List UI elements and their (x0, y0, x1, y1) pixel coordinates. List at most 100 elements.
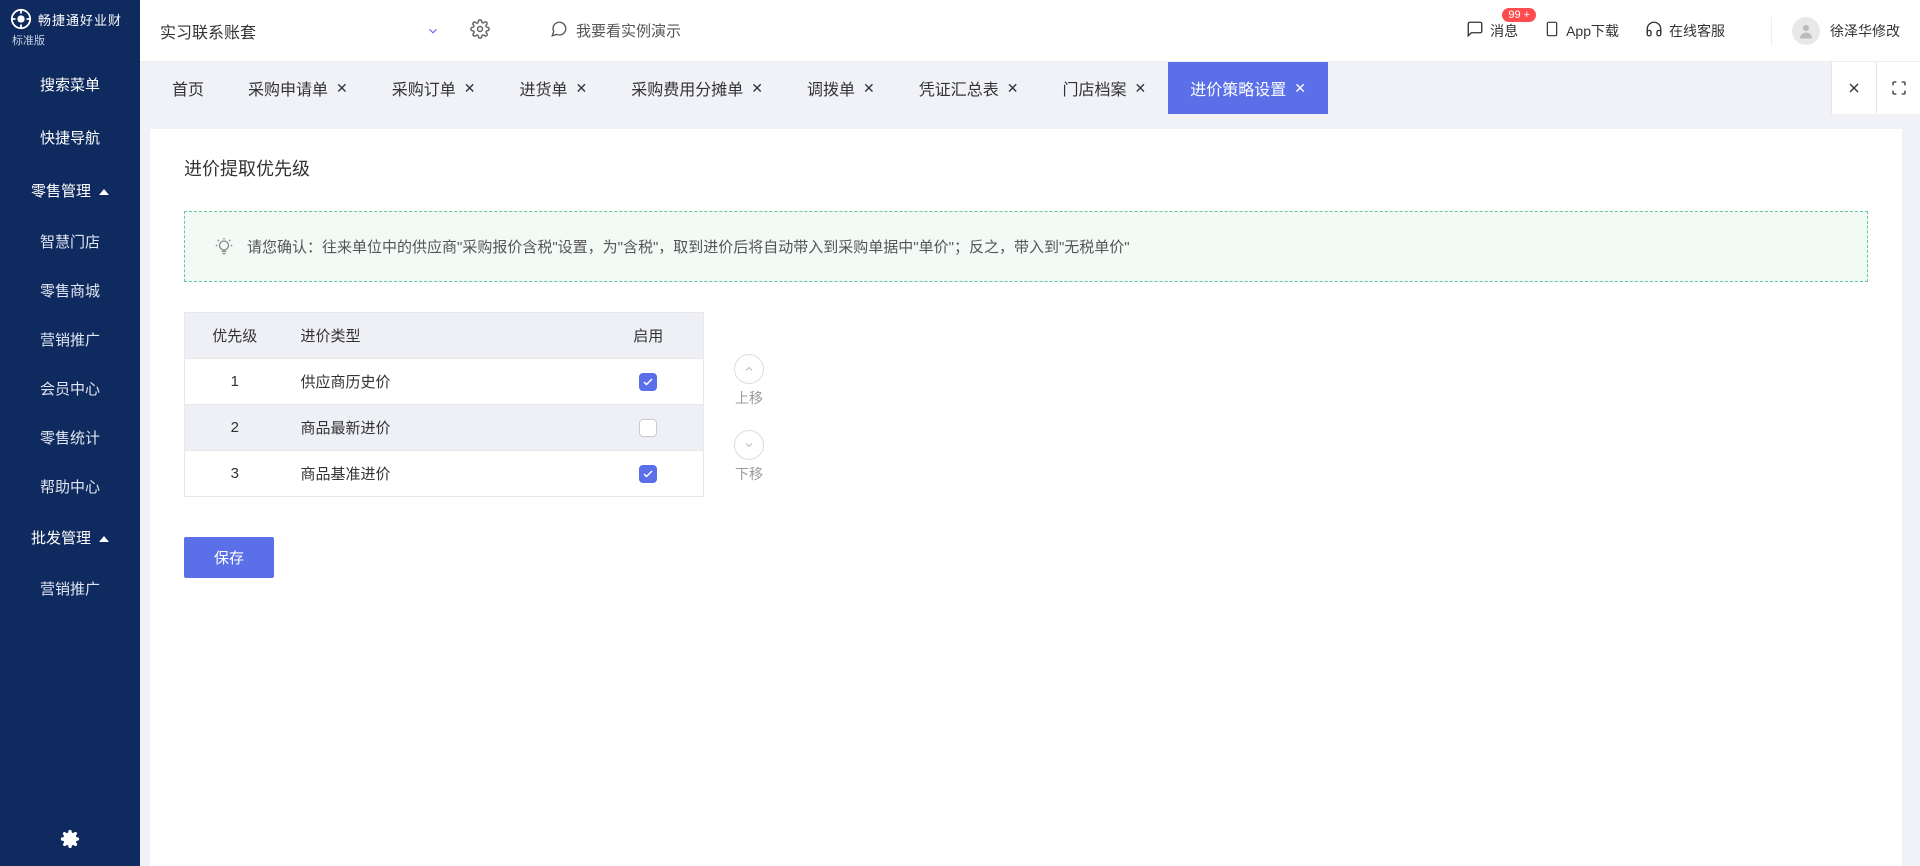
tab-8[interactable]: 进价策略设置 ✕ (1168, 62, 1328, 114)
sidebar-item-quicknav[interactable]: 快捷导航 (0, 111, 140, 164)
table-row[interactable]: 2商品最新进价 (185, 405, 704, 451)
tab-label: 进货单 (520, 76, 568, 100)
table-row[interactable]: 1供应商历史价 (185, 359, 704, 405)
tab-label: 进价策略设置 (1190, 76, 1286, 100)
gear-icon (60, 829, 80, 849)
enable-checkbox[interactable] (639, 465, 657, 483)
close-icon[interactable]: ✕ (1007, 81, 1019, 95)
col-header-type: 进价类型 (285, 313, 594, 359)
tab-label: 首页 (172, 76, 204, 100)
sidebar: 畅捷通好业财 标准版 搜索菜单 快捷导航 零售管理 智慧门店 零售商城 营销推广… (0, 0, 140, 866)
sidebar-sub-member[interactable]: 会员中心 (0, 364, 140, 413)
close-icon[interactable]: ✕ (1294, 81, 1306, 95)
chevron-down-icon (734, 430, 764, 460)
close-icon[interactable]: ✕ (1135, 81, 1147, 95)
service-label: 在线客服 (1669, 21, 1725, 41)
sidebar-sub-help[interactable]: 帮助中心 (0, 462, 140, 511)
notice-text: 请您确认：往来单位中的供应商"采购报价含税"设置，为"含税"，取到进价后将自动带… (247, 236, 1130, 257)
topbar: 实习联系账套 我要看实例演示 (140, 0, 1920, 62)
demo-link[interactable]: 我要看实例演示 (550, 20, 681, 42)
sidebar-sub-retailstats[interactable]: 零售统计 (0, 413, 140, 462)
priority-table: 优先级 进价类型 启用 1供应商历史价2商品最新进价3商品基准进价 (184, 312, 704, 497)
tab-5[interactable]: 调拨单 ✕ (785, 62, 897, 114)
content: 进价提取优先级 请您确认：往来单位中的供应商"采购报价含税"设置，为"含税"，取… (150, 129, 1902, 866)
sidebar-sub-marketing2[interactable]: 营销推广 (0, 564, 140, 613)
chevron-down-icon (426, 24, 440, 38)
download-button[interactable]: App下载 (1544, 20, 1619, 41)
tab-6[interactable]: 凭证汇总表 ✕ (897, 62, 1041, 114)
cell-priority: 3 (185, 451, 285, 497)
col-header-priority: 优先级 (185, 313, 285, 359)
close-icon[interactable]: ✕ (751, 81, 763, 95)
cell-type: 供应商历史价 (285, 359, 594, 405)
messages-badge: 99 + (1502, 8, 1536, 22)
tab-label: 采购申请单 (248, 76, 328, 100)
tab-1[interactable]: 采购申请单 ✕ (226, 62, 370, 114)
sidebar-sub-smartstore[interactable]: 智慧门店 (0, 217, 140, 266)
save-button[interactable]: 保存 (184, 537, 274, 578)
move-down-button[interactable]: 下移 (734, 430, 764, 484)
cell-priority: 1 (185, 359, 285, 405)
close-icon[interactable]: ✕ (576, 81, 588, 95)
account-select[interactable]: 实习联系账套 (160, 19, 440, 43)
close-icon[interactable]: ✕ (863, 81, 875, 95)
sidebar-sub-marketing[interactable]: 营销推广 (0, 315, 140, 364)
service-button[interactable]: 在线客服 (1645, 20, 1725, 41)
content-wrap: 进价提取优先级 请您确认：往来单位中的供应商"采购报价含税"设置，为"含税"，取… (140, 114, 1920, 866)
close-all-tabs-button[interactable] (1832, 62, 1876, 114)
user-name: 徐泽华修改 (1830, 21, 1900, 41)
cell-enable (594, 405, 704, 451)
tab-7[interactable]: 门店档案 ✕ (1041, 62, 1169, 114)
mobile-icon (1544, 20, 1560, 41)
close-icon[interactable]: ✕ (336, 81, 348, 95)
chat-icon (550, 20, 568, 42)
brand-logo: 畅捷通好业财 (0, 0, 140, 32)
sidebar-settings[interactable] (0, 815, 140, 866)
tab-0[interactable]: 首页 (150, 62, 226, 114)
brand-edition: 标准版 (0, 32, 140, 58)
col-header-enable: 启用 (594, 313, 704, 359)
topbar-actions: 消息 99 + App下载 在线客服 (1466, 17, 1900, 45)
table-row[interactable]: 3商品基准进价 (185, 451, 704, 497)
move-up-label: 上移 (735, 388, 763, 408)
tab-4[interactable]: 采购费用分摊单 ✕ (609, 62, 785, 114)
tab-label: 采购费用分摊单 (631, 76, 743, 100)
avatar (1792, 17, 1820, 45)
notice-box: 请您确认：往来单位中的供应商"采购报价含税"设置，为"含税"，取到进价后将自动带… (184, 211, 1868, 282)
messages-label: 消息 (1490, 21, 1518, 41)
tab-label: 采购订单 (392, 76, 456, 100)
messages-button[interactable]: 消息 99 + (1466, 20, 1518, 41)
enable-checkbox[interactable] (639, 419, 657, 437)
cell-enable (594, 359, 704, 405)
brand-icon (10, 8, 32, 30)
user-menu[interactable]: 徐泽华修改 (1771, 17, 1900, 45)
tab-2[interactable]: 采购订单 ✕ (370, 62, 498, 114)
move-up-button[interactable]: 上移 (734, 354, 764, 408)
headset-icon (1645, 20, 1663, 41)
move-controls: 上移 下移 (734, 312, 764, 484)
tab-label: 门店档案 (1063, 76, 1127, 100)
demo-label: 我要看实例演示 (576, 20, 681, 41)
tab-3[interactable]: 进货单 ✕ (498, 62, 610, 114)
download-label: App下载 (1566, 21, 1619, 41)
sidebar-item-search[interactable]: 搜索菜单 (0, 58, 140, 111)
tab-label: 凭证汇总表 (919, 76, 999, 100)
fullscreen-button[interactable] (1876, 62, 1920, 114)
tab-label: 调拨单 (807, 76, 855, 100)
tabbar: 首页 采购申请单 ✕ 采购订单 ✕ 进货单 ✕ 采购费用分摊单 ✕ 调拨单 ✕ 凭证汇总表 ✕ 门店档案 ✕… (140, 62, 1920, 114)
lightbulb-icon (215, 238, 233, 256)
tabbar-controls (1831, 62, 1920, 114)
account-name: 实习联系账套 (160, 19, 256, 43)
cell-type: 商品最新进价 (285, 405, 594, 451)
cell-type: 商品基准进价 (285, 451, 594, 497)
main: 实习联系账套 我要看实例演示 (140, 0, 1920, 866)
enable-checkbox[interactable] (639, 373, 657, 391)
sidebar-group-wholesale[interactable]: 批发管理 (0, 511, 140, 564)
brand-name: 畅捷通好业财 (38, 10, 122, 29)
move-down-label: 下移 (735, 464, 763, 484)
close-icon[interactable]: ✕ (464, 81, 476, 95)
sidebar-group-retail[interactable]: 零售管理 (0, 164, 140, 217)
account-settings-button[interactable] (470, 19, 490, 42)
sidebar-menu: 搜索菜单 快捷导航 零售管理 智慧门店 零售商城 营销推广 会员中心 零售统计 … (0, 58, 140, 815)
sidebar-sub-retailmall[interactable]: 零售商城 (0, 266, 140, 315)
